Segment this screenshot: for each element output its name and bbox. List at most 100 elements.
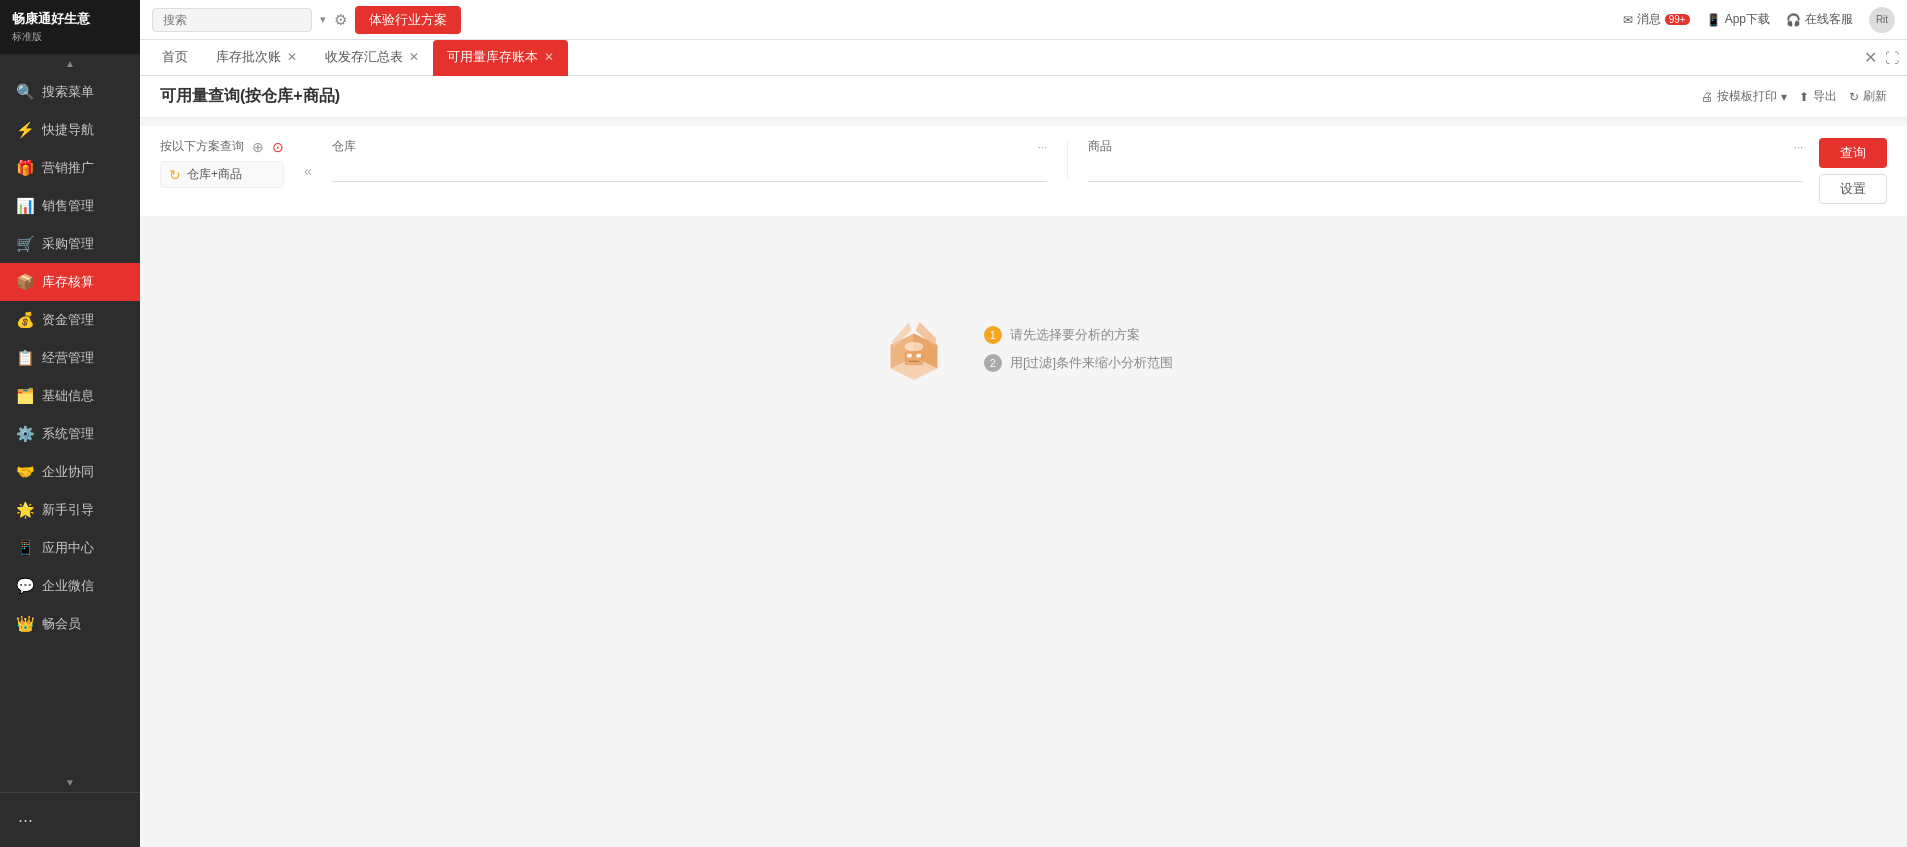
sidebar-scroll-down[interactable]: ▼ [0, 773, 140, 792]
query-left: 按以下方案查询 ⊕ ⊙ ↻ 仓库+商品 [160, 138, 284, 188]
goods-input[interactable] [1088, 159, 1803, 182]
tab-available-qty[interactable]: 可用量库存账本 ✕ [433, 40, 568, 76]
sidebar-scroll-up[interactable]: ▲ [0, 54, 140, 73]
tab-label-available-qty: 可用量库存账本 [447, 48, 538, 66]
tab-batch-account[interactable]: 库存批次账 ✕ [202, 40, 311, 76]
empty-hints: 1 请先选择要分析的方案 2 用[过滤]条件来缩小分析范围 [984, 326, 1173, 372]
tab-close-available-qty[interactable]: ✕ [544, 50, 554, 64]
tab-close-batch-account[interactable]: ✕ [287, 50, 297, 64]
tab-label-income-summary: 收发存汇总表 [325, 48, 403, 66]
sidebar-item-basic[interactable]: 🗂️基础信息 [0, 377, 140, 415]
hint-1: 1 请先选择要分析的方案 [984, 326, 1173, 344]
sidebar-item-label: 企业微信 [42, 577, 94, 595]
print-label: 按模板打印 [1717, 88, 1777, 105]
industry-btn[interactable]: 体验行业方案 [355, 6, 461, 34]
sidebar-item-appstore[interactable]: 📱 应用中心 [0, 529, 140, 567]
tab-label-batch-account: 库存批次账 [216, 48, 281, 66]
messages-btn[interactable]: ✉ 消息 99+ [1623, 11, 1690, 28]
business-icon: 📋 [16, 349, 34, 367]
sidebar-item-label: 新手引导 [42, 501, 94, 519]
print-btn[interactable]: 🖨 按模板打印 ▾ [1701, 88, 1787, 105]
sidebar-item-label: 销售管理 [42, 197, 94, 215]
main-area: ▾ ⚙ 体验行业方案 ✉ 消息 99+ 📱 App下载 🎧 在线客服 Rit 首… [140, 0, 1907, 847]
sidebar-item-extra[interactable]: ⋯ [0, 801, 140, 839]
collapse-panel-btn[interactable]: « [300, 159, 316, 183]
sidebar-header: 畅康通好生意 标准版 [0, 0, 140, 54]
sidebar-item-enterprise[interactable]: 🤝企业协同 [0, 453, 140, 491]
purchase-icon: 🛒 [16, 235, 34, 253]
query-filters: 仓库 ··· 商品 ··· [332, 138, 1803, 182]
topbar-search-input[interactable] [152, 8, 312, 32]
scheme-label-text: 按以下方案查询 [160, 138, 244, 155]
sidebar-item-search[interactable]: 🔍 搜索菜单 [0, 73, 140, 111]
online-service-btn[interactable]: 🎧 在线客服 [1786, 11, 1853, 28]
sidebar-item-shortcut[interactable]: ⚡快捷导航 [0, 111, 140, 149]
sidebar-item-marketing[interactable]: 🎁营销推广 [0, 149, 140, 187]
app-download-btn[interactable]: 📱 App下载 [1706, 11, 1770, 28]
export-btn[interactable]: ⬆ 导出 [1799, 88, 1837, 105]
page-title: 可用量查询(按仓库+商品) [160, 86, 340, 107]
tab-close-all-btn[interactable]: ✕ [1864, 48, 1877, 67]
user-avatar[interactable]: Rit [1869, 7, 1895, 33]
tab-home[interactable]: 首页 [148, 40, 202, 76]
sidebar: 畅康通好生意 标准版 ▲ 🔍 搜索菜单 ⚡快捷导航🎁营销推广 📊 销售管理 🛒 采购管理 📦库… [0, 0, 140, 847]
scheme-label: 按以下方案查询 ⊕ ⊙ [160, 138, 284, 155]
filter-goods: 商品 ··· [1088, 138, 1803, 182]
sidebar-item-system[interactable]: ⚙️系统管理 [0, 415, 140, 453]
online-service-label: 在线客服 [1805, 11, 1853, 28]
tab-expand-btn[interactable]: ⛶ [1885, 50, 1899, 66]
tab-income-summary[interactable]: 收发存汇总表 ✕ [311, 40, 433, 76]
settings-btn[interactable]: 设置 [1819, 174, 1887, 204]
sidebar-bottom: ⋯ [0, 792, 140, 847]
sidebar-item-guide[interactable]: 🌟 新手引导 [0, 491, 140, 529]
warehouse-input[interactable] [332, 159, 1047, 182]
query-btn[interactable]: 查询 [1819, 138, 1887, 168]
sidebar-item-label: 应用中心 [42, 539, 94, 557]
svg-rect-8 [907, 354, 912, 358]
guide-icon: 🌟 [16, 501, 34, 519]
svg-point-6 [905, 342, 924, 351]
hint-1-text: 请先选择要分析的方案 [1010, 326, 1140, 344]
tabbar: 首页 库存批次账 ✕ 收发存汇总表 ✕ 可用量库存账本 ✕ ✕ ⛶ [140, 40, 1907, 76]
print-chevron-icon[interactable]: ▾ [1781, 90, 1787, 104]
hint-2-text: 用[过滤]条件来缩小分析范围 [1010, 354, 1173, 372]
sidebar-item-label: 搜索菜单 [42, 83, 94, 101]
messages-badge: 99+ [1665, 14, 1690, 25]
sidebar-item-purchase[interactable]: 🛒 采购管理 [0, 225, 140, 263]
appstore-icon: 📱 [16, 539, 34, 557]
topbar-gear-icon[interactable]: ⚙ [334, 11, 347, 29]
tab-close-income-summary[interactable]: ✕ [409, 50, 419, 64]
sidebar-item-member[interactable]: 👑畅会员 [0, 605, 140, 643]
sidebar-item-finance[interactable]: 💰资金管理 [0, 301, 140, 339]
add-scheme-btn[interactable]: ⊕ [252, 139, 264, 155]
warehouse-label-text: 仓库 [332, 138, 356, 155]
topbar-right: ✉ 消息 99+ 📱 App下载 🎧 在线客服 Rit [1623, 7, 1895, 33]
sidebar-item-label: 采购管理 [42, 235, 94, 253]
topbar-chevron-icon[interactable]: ▾ [320, 13, 326, 26]
phone-icon: 📱 [1706, 13, 1721, 27]
sidebar-item-sales[interactable]: 📊 销售管理 [0, 187, 140, 225]
warehouse-more-btn[interactable]: ··· [1038, 141, 1047, 153]
inventory-icon: 📦 [16, 273, 34, 291]
query-right: 查询 设置 [1819, 138, 1887, 204]
scheme-item[interactable]: ↻ 仓库+商品 [160, 161, 284, 188]
enterprise-icon: 🤝 [16, 463, 34, 481]
sidebar-item-label: 畅会员 [42, 615, 81, 633]
sidebar-item-wechat[interactable]: 💬企业微信 [0, 567, 140, 605]
svg-rect-9 [916, 354, 921, 358]
scheme-settings-btn[interactable]: ⊙ [272, 139, 284, 155]
sidebar-item-inventory[interactable]: 📦库存核算 [0, 263, 140, 301]
goods-more-btn[interactable]: ··· [1794, 141, 1803, 153]
app-download-label: App下载 [1725, 11, 1770, 28]
sidebar-item-business[interactable]: 📋经营管理 [0, 339, 140, 377]
search-icon: 🔍 [16, 83, 34, 101]
sales-icon: 📊 [16, 197, 34, 215]
sidebar-item-label: 系统管理 [42, 425, 94, 443]
sidebar-item-label: 快捷导航 [42, 121, 94, 139]
refresh-btn[interactable]: ↻ 刷新 [1849, 88, 1887, 105]
sidebar-item-label: 资金管理 [42, 311, 94, 329]
sidebar-item-label: 基础信息 [42, 387, 94, 405]
tab-label-home: 首页 [162, 48, 188, 66]
marketing-icon: 🎁 [16, 159, 34, 177]
export-icon: ⬆ [1799, 90, 1809, 104]
